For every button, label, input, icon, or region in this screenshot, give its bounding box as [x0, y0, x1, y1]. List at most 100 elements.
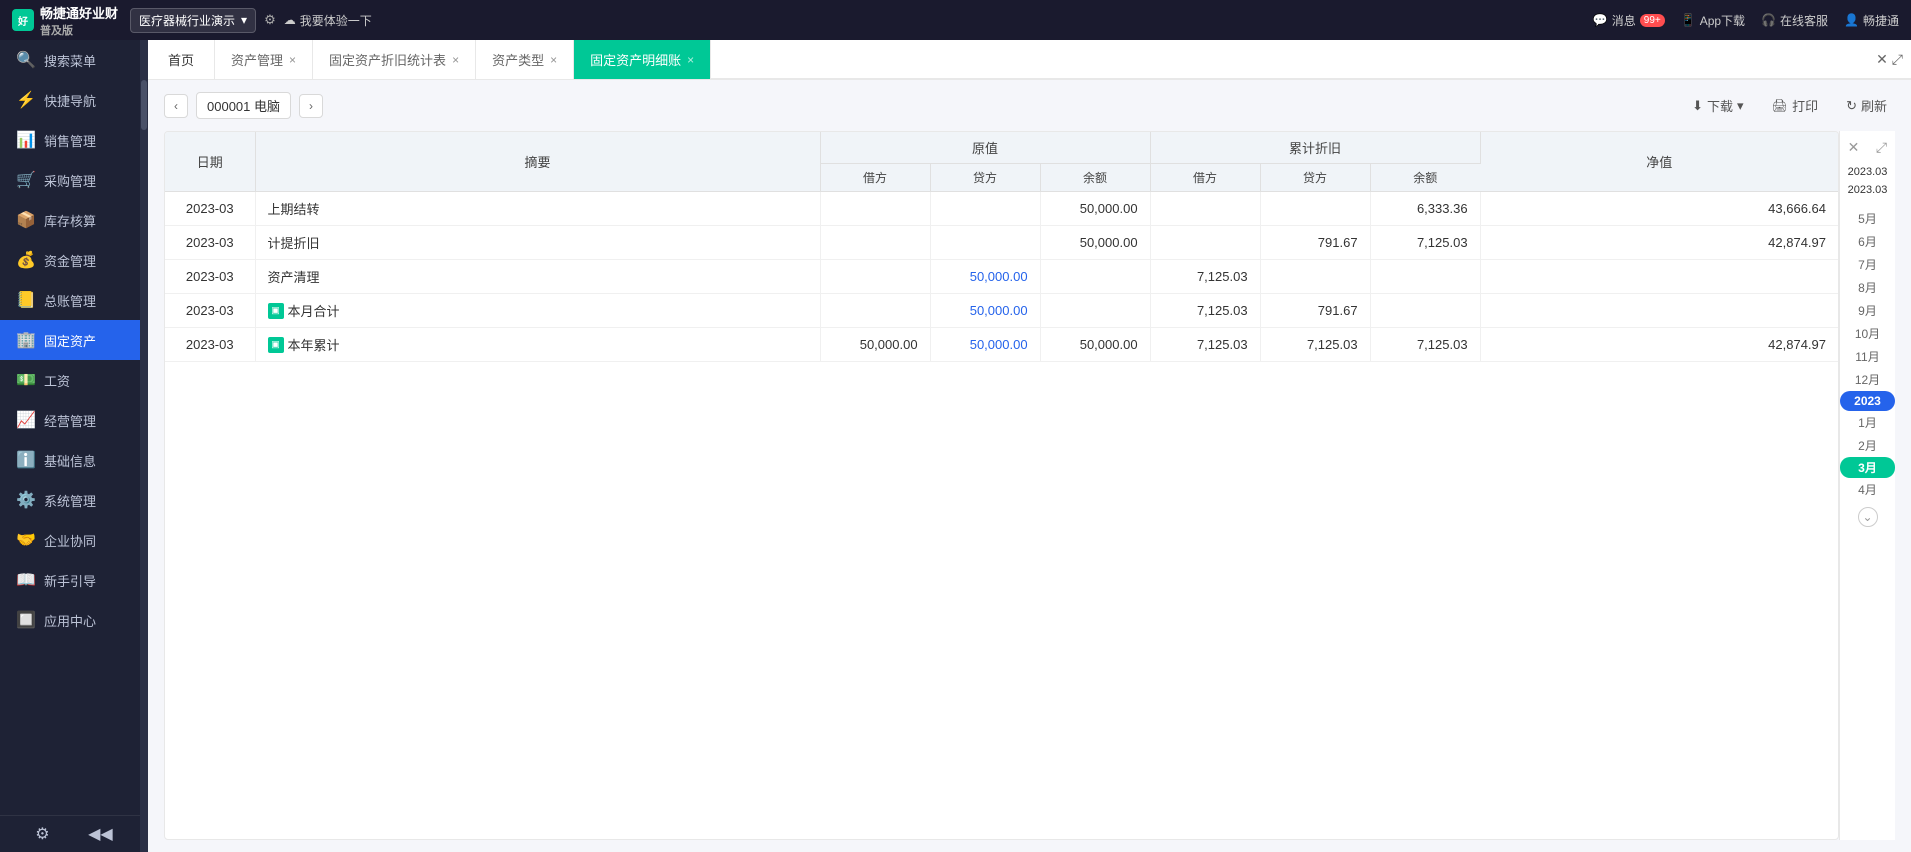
- sidebar-label-fixed: 固定资产: [44, 331, 96, 350]
- window-expand-icon[interactable]: ⤢: [1892, 51, 1903, 68]
- cell-net-value: [1480, 260, 1838, 294]
- topbar-actions: 💬 消息 99+ 📱 App下载 🎧 在线客服 👤 畅捷通: [1593, 12, 1899, 29]
- apps-icon: 🔲: [16, 610, 34, 630]
- refresh-button[interactable]: ↻ 刷新: [1838, 92, 1895, 119]
- tab-asset-mgmt[interactable]: 资产管理 ×: [215, 40, 313, 79]
- timeline-scroll-down[interactable]: ⌄: [1858, 507, 1878, 527]
- cell-dep-debit: 7,125.03: [1150, 260, 1260, 294]
- timeline-month-10[interactable]: 10月: [1840, 322, 1895, 345]
- sidebar-item-fixed-assets[interactable]: 🏢 固定资产: [0, 320, 148, 360]
- timeline-panel: ✕ ⤢ 2023.03 2023.03 5月 6月 7月 8月 9月 10月 1…: [1839, 131, 1895, 840]
- sidebar-item-apps[interactable]: 🔲 应用中心: [0, 600, 148, 640]
- main-table-wrapper: 日期 摘要 原值 累计折旧 净值 借方 贷方 余额: [164, 131, 1839, 840]
- timeline-month-2[interactable]: 2月: [1840, 434, 1895, 457]
- sidebar-item-coop[interactable]: 🤝 企业协同: [0, 520, 148, 560]
- sidebar-item-sales[interactable]: 📊 销售管理: [0, 120, 148, 160]
- timeline-month-7[interactable]: 7月: [1840, 253, 1895, 276]
- cell-dep-balance: [1370, 260, 1480, 294]
- sidebar-item-salary[interactable]: 💵 工资: [0, 360, 148, 400]
- cell-date: 2023-03: [165, 328, 255, 362]
- th-dep-credit: 贷方: [1260, 164, 1370, 192]
- timeline-year-2023[interactable]: 2023: [1840, 391, 1895, 411]
- print-button[interactable]: 🖨 打印: [1764, 92, 1827, 119]
- main-table-scroll[interactable]: 日期 摘要 原值 累计折旧 净值 借方 贷方 余额: [165, 132, 1838, 839]
- sidebar-item-ledger[interactable]: 📒 总账管理: [0, 280, 148, 320]
- cell-summary: 资产清理: [255, 260, 820, 294]
- sidebar-item-search[interactable]: 🔍 搜索菜单: [0, 40, 148, 80]
- timeline-month-5[interactable]: 5月: [1840, 207, 1895, 230]
- next-asset-button[interactable]: ›: [299, 94, 323, 118]
- cell-orig-balance: [1040, 260, 1150, 294]
- company-selector[interactable]: 医疗器械行业演示 ▾: [130, 8, 256, 33]
- collapse-icon[interactable]: ◀◀: [88, 824, 113, 844]
- sidebar-item-purchase[interactable]: 🛒 采购管理: [0, 160, 148, 200]
- timeline-month-3[interactable]: 3月: [1840, 457, 1895, 478]
- settings-icon[interactable]: ⚙: [264, 12, 276, 28]
- sidebar-item-nav[interactable]: ⚡ 快捷导航: [0, 80, 148, 120]
- cell-orig-credit: [930, 226, 1040, 260]
- timeline-month-11[interactable]: 11月: [1840, 345, 1895, 368]
- cell-dep-credit: [1260, 260, 1370, 294]
- window-controls: ✕ ⤢: [1868, 40, 1911, 79]
- timeline-month-6[interactable]: 6月: [1840, 230, 1895, 253]
- experience-button[interactable]: ☁ 我要体验一下: [284, 12, 372, 29]
- cell-orig-balance: 50,000.00: [1040, 328, 1150, 362]
- online-service-button[interactable]: 🎧 在线客服: [1761, 12, 1828, 29]
- prev-asset-button[interactable]: ‹: [164, 94, 188, 118]
- cell-dep-debit: 7,125.03: [1150, 328, 1260, 362]
- logo-icon: 好: [12, 9, 34, 31]
- sidebar-label-search: 搜索菜单: [44, 51, 96, 70]
- building-icon: 🏢: [16, 330, 34, 350]
- download-button[interactable]: ⬇ 下载 ▾: [1684, 92, 1751, 119]
- tab-asset-mgmt-close[interactable]: ×: [289, 53, 296, 67]
- sidebar-item-guide[interactable]: 📖 新手引导: [0, 560, 148, 600]
- cell-dep-credit: [1260, 192, 1370, 226]
- tab-asset-detail-close[interactable]: ×: [687, 53, 694, 67]
- app-download-button[interactable]: 📱 App下载: [1681, 12, 1745, 29]
- tab-depreciation-label: 固定资产折旧统计表: [329, 50, 446, 69]
- cell-net-value: 42,874.97: [1480, 328, 1838, 362]
- table-row: 2023-03 ▣本月合计 50,000.00 7,125.03 791.67: [165, 294, 1838, 328]
- tab-depreciation-table[interactable]: 固定资产折旧统计表 ×: [313, 40, 476, 79]
- cell-net-value: 42,874.97: [1480, 226, 1838, 260]
- tab-asset-type-close[interactable]: ×: [550, 53, 557, 67]
- timeline-month-12[interactable]: 12月: [1840, 368, 1895, 391]
- cell-orig-debit: [820, 260, 930, 294]
- sidebar-bottom: ⚙ ◀◀: [0, 815, 148, 852]
- sidebar-label-basic: 基础信息: [44, 451, 96, 470]
- tab-depreciation-close[interactable]: ×: [452, 53, 459, 67]
- cell-date: 2023-03: [165, 294, 255, 328]
- timeline-month-9[interactable]: 9月: [1840, 299, 1895, 322]
- toolbar-right: ⬇ 下载 ▾ 🖨 打印 ↻ 刷新: [1684, 92, 1895, 119]
- tab-asset-type[interactable]: 资产类型 ×: [476, 40, 574, 79]
- user-avatar[interactable]: 👤 畅捷通: [1844, 12, 1899, 29]
- sidebar-item-ops[interactable]: 📈 经营管理: [0, 400, 148, 440]
- timeline-top-date-1[interactable]: 2023.03: [1840, 163, 1895, 181]
- message-button[interactable]: 💬 消息 99+: [1593, 12, 1665, 29]
- timeline-month-1[interactable]: 1月: [1840, 411, 1895, 434]
- tab-home[interactable]: 首页: [148, 40, 215, 79]
- window-close-icon[interactable]: ✕: [1876, 51, 1888, 68]
- panel-top-controls: ✕ ⤢: [1842, 135, 1894, 159]
- app-edition: 普及版: [40, 22, 118, 38]
- cell-summary: ▣本月合计: [255, 294, 820, 328]
- timeline-top-date-2[interactable]: 2023.03: [1840, 181, 1895, 199]
- tab-asset-detail[interactable]: 固定资产明细账 ×: [574, 40, 711, 79]
- timeline-month-4[interactable]: 4月: [1840, 478, 1895, 501]
- table-area: 日期 摘要 原值 累计折旧 净值 借方 贷方 余额: [164, 131, 1895, 840]
- scroll-down-icon[interactable]: ⌄: [1858, 507, 1878, 527]
- timeline-month-8[interactable]: 8月: [1840, 276, 1895, 299]
- sidebar-item-capital[interactable]: 💰 资金管理: [0, 240, 148, 280]
- th-accumulated-depreciation: 累计折旧: [1150, 132, 1480, 164]
- settings-bottom-icon[interactable]: ⚙: [35, 824, 49, 844]
- capital-icon: 💰: [16, 250, 34, 270]
- sidebar-item-inventory[interactable]: 📦 库存核算: [0, 200, 148, 240]
- cell-orig-credit: 50,000.00: [930, 260, 1040, 294]
- sidebar-label-inventory: 库存核算: [44, 211, 96, 230]
- app-logo: 好 畅捷通好业财 普及版: [12, 3, 118, 38]
- panel-close-icon[interactable]: ✕: [1842, 135, 1866, 159]
- panel-expand-icon[interactable]: ⤢: [1870, 135, 1894, 159]
- salary-icon: 💵: [16, 370, 34, 390]
- sidebar-item-system[interactable]: ⚙️ 系统管理: [0, 480, 148, 520]
- sidebar-item-basic[interactable]: ℹ️ 基础信息: [0, 440, 148, 480]
